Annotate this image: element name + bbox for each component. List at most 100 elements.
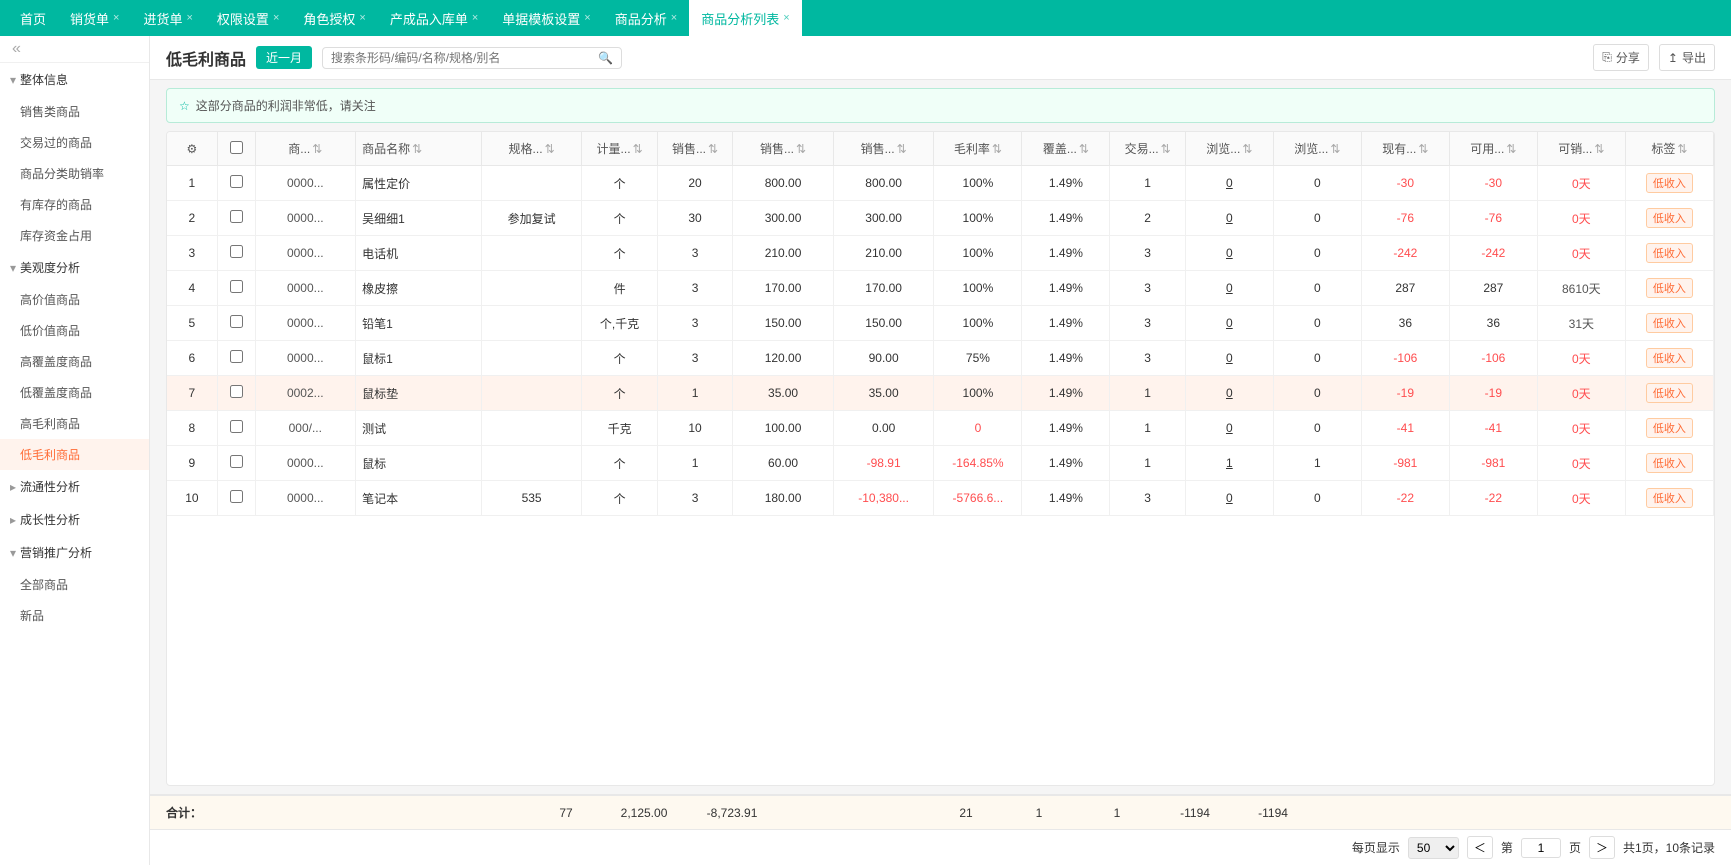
col-header-saleable[interactable]: 可销...⇅ <box>1537 132 1625 166</box>
col-header-trade[interactable]: 交易...⇅ <box>1110 132 1185 166</box>
browse1-link[interactable]: 0 <box>1226 421 1233 435</box>
sidebar-item-high-margin[interactable]: 高毛利商品 <box>0 408 149 439</box>
nav-product-entry-close[interactable]: × <box>472 12 478 24</box>
col-header-browse2[interactable]: 浏览...⇅ <box>1273 132 1361 166</box>
sidebar-item-high-value[interactable]: 高价值商品 <box>0 284 149 315</box>
cell-seq: 5 <box>167 306 217 341</box>
sidebar-item-new-products[interactable]: 新品 <box>0 600 149 631</box>
col-header-coverage[interactable]: 覆盖...⇅ <box>1022 132 1110 166</box>
sidebar-group-beauty[interactable]: ▾ 美观度分析 <box>0 251 149 284</box>
nav-permission[interactable]: 权限设置 × <box>205 0 291 36</box>
browse1-link[interactable]: 0 <box>1226 351 1233 365</box>
cell-sales-profit: -10,380... <box>833 481 934 516</box>
col-header-sales-profit[interactable]: 销售...⇅ <box>833 132 934 166</box>
cell-sales-price: 150.00 <box>733 306 834 341</box>
row-checkbox[interactable] <box>230 210 243 223</box>
sidebar-item-traded-products[interactable]: 交易过的商品 <box>0 127 149 158</box>
sidebar-item-stocked[interactable]: 有库存的商品 <box>0 189 149 220</box>
browse1-link[interactable]: 0 <box>1226 386 1233 400</box>
nav-template-close[interactable]: × <box>584 12 590 24</box>
sidebar-item-capital[interactable]: 库存资金占用 <box>0 220 149 251</box>
nav-product-entry[interactable]: 产成品入库单 × <box>378 0 490 36</box>
sidebar-item-sales-products[interactable]: 销售类商品 <box>0 96 149 127</box>
nav-template[interactable]: 单据模板设置 × <box>490 0 602 36</box>
total-current: -1194 <box>1160 806 1230 820</box>
nav-purchase-close[interactable]: × <box>186 12 192 24</box>
cell-sales-price: 170.00 <box>733 271 834 306</box>
select-all-checkbox[interactable] <box>230 141 243 154</box>
search-icon[interactable]: 🔍 <box>598 51 613 65</box>
cell-coverage: 1.49% <box>1022 411 1110 446</box>
nav-role-close[interactable]: × <box>359 12 365 24</box>
next-page-btn[interactable]: ＞ <box>1589 836 1615 859</box>
share-button[interactable]: ⎘ 分享 <box>1593 44 1649 71</box>
cell-coverage: 1.49% <box>1022 481 1110 516</box>
row-checkbox[interactable] <box>230 455 243 468</box>
sidebar-item-low-value[interactable]: 低价值商品 <box>0 315 149 346</box>
sidebar-collapse-btn[interactable]: « <box>8 40 25 58</box>
browse1-link[interactable]: 0 <box>1226 246 1233 260</box>
cell-sales-profit: -98.91 <box>833 446 934 481</box>
sidebar-group-growth[interactable]: ▸ 成长性分析 <box>0 503 149 536</box>
sidebar-item-low-coverage[interactable]: 低覆盖度商品 <box>0 377 149 408</box>
col-header-unit[interactable]: 计量...⇅ <box>582 132 657 166</box>
col-header-code[interactable]: 商...⇅ <box>255 132 356 166</box>
col-header-available[interactable]: 可用...⇅ <box>1449 132 1537 166</box>
row-checkbox[interactable] <box>230 315 243 328</box>
tag-badge: 低收入 <box>1646 383 1693 403</box>
col-header-sales-price[interactable]: 销售...⇅ <box>733 132 834 166</box>
nav-home[interactable]: 首页 <box>8 0 58 36</box>
nav-permission-close[interactable]: × <box>273 12 279 24</box>
nav-product-analysis-list-close[interactable]: × <box>783 12 789 24</box>
row-checkbox[interactable] <box>230 490 243 503</box>
export-icon: ↥ <box>1668 51 1678 65</box>
nav-role[interactable]: 角色授权 × <box>291 0 377 36</box>
browse1-link[interactable]: 0 <box>1226 491 1233 505</box>
sidebar-group-circulation[interactable]: ▸ 流通性分析 <box>0 470 149 503</box>
cell-spec <box>481 411 582 446</box>
arrow-icon-5: ▾ <box>10 546 16 560</box>
nav-product-analysis[interactable]: 商品分析 × <box>603 0 689 36</box>
browse1-link[interactable]: 0 <box>1226 176 1233 190</box>
cell-name: 属性定价 <box>356 166 482 201</box>
browse1-link[interactable]: 0 <box>1226 211 1233 225</box>
row-checkbox[interactable] <box>230 280 243 293</box>
settings-icon[interactable]: ⚙ <box>187 142 198 156</box>
col-header-sales-qty[interactable]: 销售...⇅ <box>657 132 732 166</box>
sidebar-group-overall[interactable]: ▾ 整体信息 <box>0 63 149 96</box>
col-header-current[interactable]: 现有...⇅ <box>1361 132 1449 166</box>
sidebar-item-low-margin[interactable]: 低毛利商品 <box>0 439 149 470</box>
cell-unit: 个 <box>582 236 657 271</box>
cell-gross-rate: 0 <box>934 411 1022 446</box>
cell-code: 0000... <box>255 341 356 376</box>
prev-page-btn[interactable]: ＜ <box>1467 836 1493 859</box>
nav-sales[interactable]: 销货单 × <box>58 0 131 36</box>
col-header-browse1[interactable]: 浏览...⇅ <box>1185 132 1273 166</box>
nav-product-analysis-close[interactable]: × <box>671 12 677 24</box>
row-checkbox[interactable] <box>230 385 243 398</box>
browse1-link[interactable]: 0 <box>1226 281 1233 295</box>
nav-purchase[interactable]: 进货单 × <box>131 0 204 36</box>
per-page-select[interactable]: 50 10 20 100 <box>1408 837 1459 859</box>
row-checkbox[interactable] <box>230 350 243 363</box>
date-filter-btn[interactable]: 近一月 <box>256 46 312 69</box>
sidebar-item-high-coverage[interactable]: 高覆盖度商品 <box>0 346 149 377</box>
nav-sales-close[interactable]: × <box>113 12 119 24</box>
row-checkbox[interactable] <box>230 245 243 258</box>
col-header-gross-rate[interactable]: 毛利率⇅ <box>934 132 1022 166</box>
sidebar-group-marketing[interactable]: ▾ 营销推广分析 <box>0 536 149 569</box>
col-header-tag[interactable]: 标签⇅ <box>1625 132 1713 166</box>
col-header-spec[interactable]: 规格...⇅ <box>481 132 582 166</box>
search-input[interactable] <box>331 51 598 65</box>
sidebar-item-all-products[interactable]: 全部商品 <box>0 569 149 600</box>
export-button[interactable]: ↥ 导出 <box>1659 44 1715 71</box>
browse1-link[interactable]: 1 <box>1226 456 1233 470</box>
row-checkbox[interactable] <box>230 175 243 188</box>
sidebar-item-category-rate[interactable]: 商品分类助销率 <box>0 158 149 189</box>
nav-product-analysis-list[interactable]: 商品分析列表 × <box>689 0 801 36</box>
col-header-name[interactable]: 商品名称⇅ <box>356 132 482 166</box>
cell-check <box>217 411 255 446</box>
browse1-link[interactable]: 0 <box>1226 316 1233 330</box>
page-number-input[interactable] <box>1521 838 1561 858</box>
row-checkbox[interactable] <box>230 420 243 433</box>
